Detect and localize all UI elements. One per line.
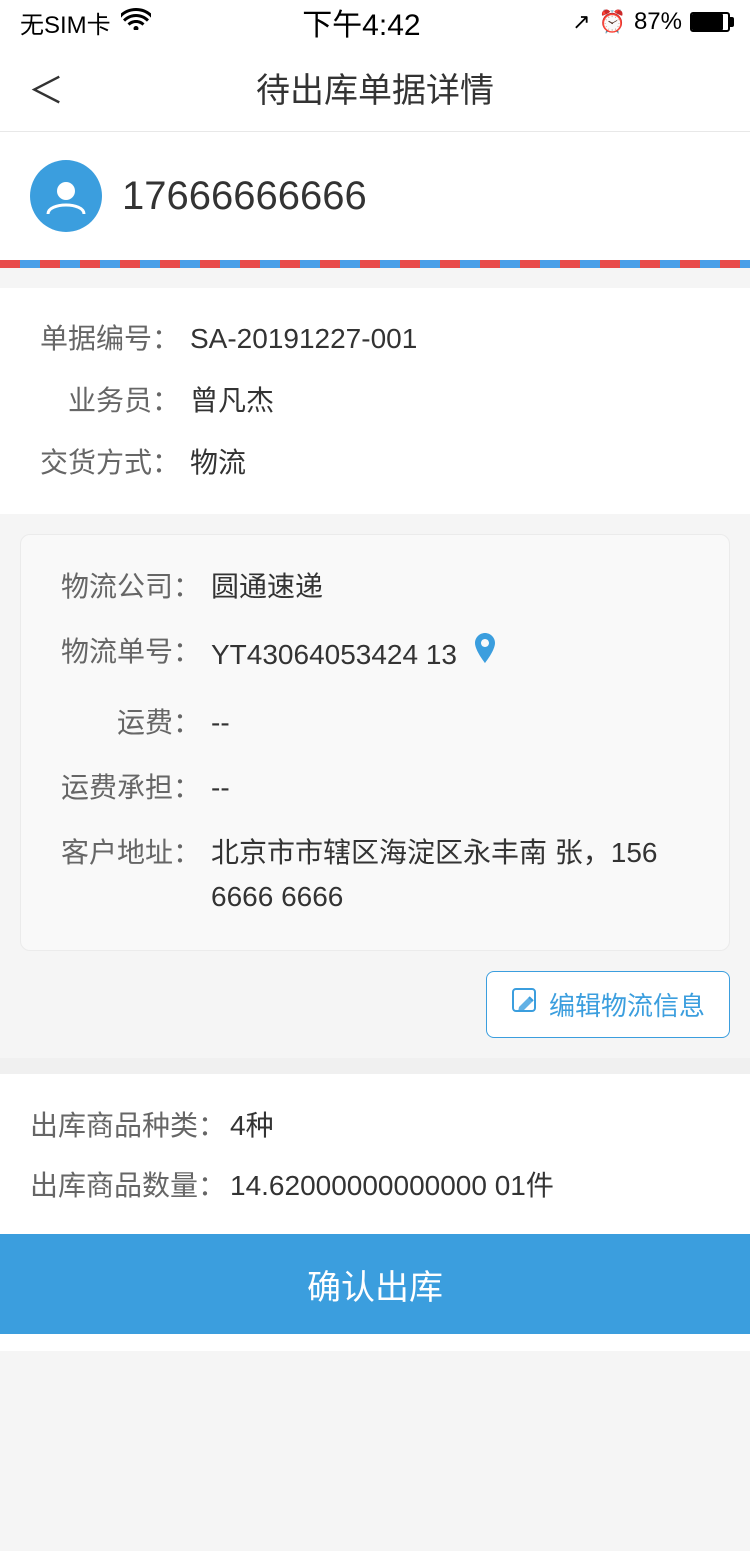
order-no-label: 单据编号： [30, 318, 180, 360]
edit-logistics-label: 编辑物流信息 [549, 986, 705, 1023]
freight-bear-value: -- [201, 766, 699, 811]
status-left: 无SIM卡 [20, 5, 151, 40]
edit-icon [511, 987, 539, 1022]
edit-logistics-button[interactable]: 编辑物流信息 [486, 971, 730, 1038]
freight-value: -- [201, 701, 699, 746]
gps-icon: ↗ [572, 9, 590, 35]
battery-text: 87% [634, 8, 682, 36]
logistics-card: 物流公司： 圆通速递 物流单号： YT43064053424 13 运费： --… [20, 534, 730, 951]
logistics-tracking-value: YT43064053424 13 [201, 630, 699, 681]
carrier-text: 无SIM卡 [20, 5, 111, 40]
delivery-value: 物流 [180, 442, 720, 484]
avatar [30, 160, 102, 232]
product-type-value: 4种 [230, 1104, 274, 1144]
edit-btn-container: 编辑物流信息 [0, 971, 750, 1058]
delivery-label: 交货方式： [30, 442, 180, 484]
bottom-area [0, 1351, 750, 1551]
basic-info-section: 单据编号： SA-20191227-001 业务员： 曾凡杰 交货方式： 物流 [0, 288, 750, 514]
dashed-divider [0, 260, 750, 268]
product-section: 出库商品种类： 4种 出库商品数量： 14.62000000000000 01件 [0, 1074, 750, 1244]
address-value: 北京市市辖区海淀区永丰南 张，156 6666 6666 [201, 831, 699, 921]
location-icon[interactable] [467, 630, 503, 681]
logistics-tracking-row: 物流单号： YT43064053424 13 [51, 630, 699, 681]
product-quantity-label: 出库商品数量： [30, 1164, 230, 1204]
address-label: 客户地址： [51, 831, 201, 876]
status-time: 下午4:42 [302, 0, 420, 44]
nav-bar: ＜ 待出库单据详情 [0, 44, 750, 132]
user-phone: 17666666666 [122, 174, 367, 219]
product-type-label: 出库商品种类： [30, 1104, 230, 1144]
logistics-company-row: 物流公司： 圆通速递 [51, 565, 699, 610]
freight-label: 运费： [51, 701, 201, 746]
product-type-row: 出库商品种类： 4种 [30, 1104, 720, 1144]
confirm-button-label: 确认出库 [307, 1260, 443, 1309]
freight-row: 运费： -- [51, 701, 699, 746]
product-quantity-row: 出库商品数量： 14.62000000000000 01件 [30, 1164, 720, 1204]
salesman-value: 曾凡杰 [180, 380, 720, 422]
logistics-tracking-label: 物流单号： [51, 630, 201, 675]
logistics-company-value: 圆通速递 [201, 565, 699, 610]
status-bar: 无SIM卡 下午4:42 ↗ ⏰ 87% [0, 0, 750, 44]
confirm-button[interactable]: 确认出库 [0, 1234, 750, 1334]
order-no-value: SA-20191227-001 [180, 318, 720, 360]
salesman-label: 业务员： [30, 380, 180, 422]
page-title: 待出库单据详情 [256, 63, 494, 112]
freight-bear-label: 运费承担： [51, 766, 201, 811]
delivery-row: 交货方式： 物流 [30, 442, 720, 484]
battery-icon [690, 12, 730, 32]
section-separator [0, 1058, 750, 1074]
product-quantity-value: 14.62000000000000 01件 [230, 1164, 554, 1204]
order-no-row: 单据编号： SA-20191227-001 [30, 318, 720, 360]
address-row: 客户地址： 北京市市辖区海淀区永丰南 张，156 6666 6666 [51, 831, 699, 921]
status-right: ↗ ⏰ 87% [572, 8, 730, 36]
logistics-company-label: 物流公司： [51, 565, 201, 610]
salesman-row: 业务员： 曾凡杰 [30, 380, 720, 422]
wifi-icon [121, 8, 151, 37]
freight-bear-row: 运费承担： -- [51, 766, 699, 811]
back-button[interactable]: ＜ [28, 62, 64, 114]
alarm-icon: ⏰ [599, 9, 626, 35]
user-header: 17666666666 [0, 132, 750, 260]
